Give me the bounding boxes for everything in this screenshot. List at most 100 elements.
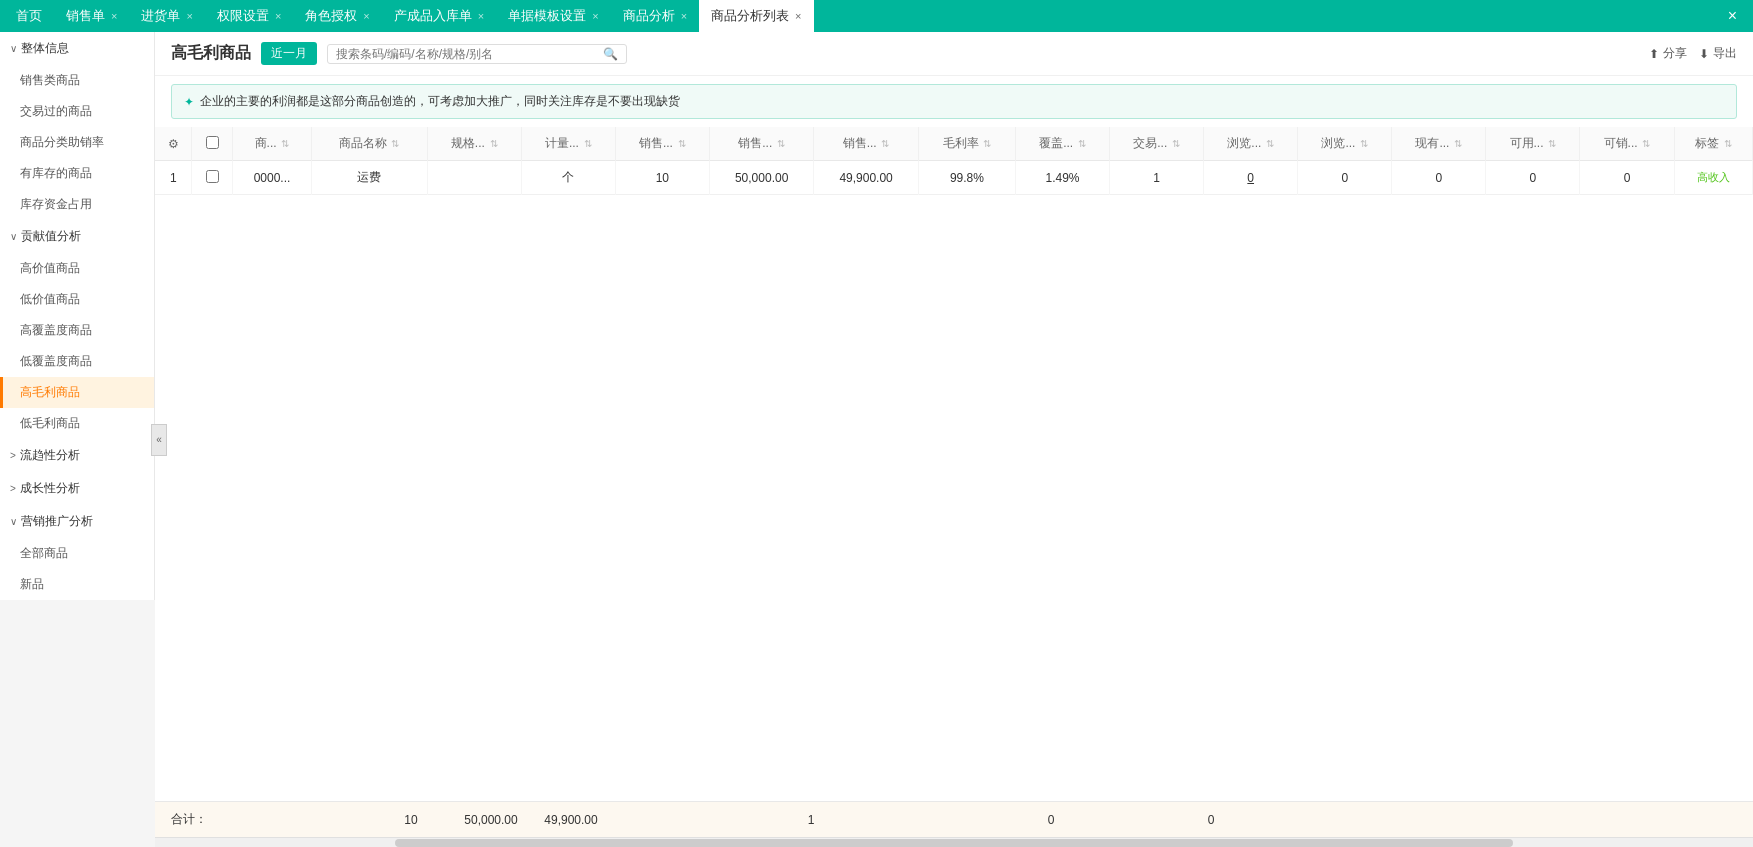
sort-icon-gross_margin: ⇅	[981, 138, 992, 149]
nav-close-1[interactable]: ×	[111, 10, 117, 22]
header-actions: ⬆ 分享 ⬇ 导出	[1649, 45, 1737, 62]
sidebar-item-4-0[interactable]: 全部商品	[0, 538, 154, 569]
search-input[interactable]	[336, 47, 599, 61]
sort-icon-tag: ⇅	[1721, 138, 1732, 149]
sort-icon-browse1: ⇅	[1263, 138, 1274, 149]
sidebar-collapse-button[interactable]: «	[151, 424, 167, 456]
nav-close-2[interactable]: ×	[186, 10, 192, 22]
table-container: ⚙商... ⇅商品名称 ⇅规格... ⇅计量... ⇅销售... ⇅销售... …	[155, 127, 1753, 801]
sidebar-item-1-0[interactable]: 高价值商品	[0, 253, 154, 284]
col-header-saleable[interactable]: 可销... ⇅	[1580, 127, 1674, 161]
sidebar-item-0-0[interactable]: 销售类商品	[0, 65, 154, 96]
export-icon: ⬇	[1699, 47, 1709, 61]
browse-link[interactable]: 0	[1247, 171, 1254, 185]
nav-close-8[interactable]: ×	[795, 10, 801, 22]
col-header-available1[interactable]: 现有... ⇅	[1392, 127, 1486, 161]
col-header-sales_amount[interactable]: 销售... ⇅	[709, 127, 813, 161]
col-header-available2[interactable]: 可用... ⇅	[1486, 127, 1580, 161]
sidebar-section-0[interactable]: ∨整体信息	[0, 32, 154, 65]
top-nav: 首页销售单×进货单×权限设置×角色授权×产成品入库单×单据模板设置×商品分析×商…	[0, 0, 1753, 32]
col-header-checkbox	[192, 127, 233, 161]
cell-name-0: 运费	[311, 161, 427, 195]
sidebar-item-0-3[interactable]: 有库存的商品	[0, 158, 154, 189]
footer-values: 10 50,000.00 49,900.00 1 0 0	[371, 813, 1737, 827]
sidebar-item-4-1[interactable]: 新品	[0, 569, 154, 600]
row-checkbox[interactable]	[206, 170, 219, 183]
footer-saleable: 0	[1171, 813, 1251, 827]
nav-close-6[interactable]: ×	[592, 10, 598, 22]
share-icon: ⬆	[1649, 47, 1659, 61]
cell-spec-0	[427, 161, 521, 195]
nav-close-4[interactable]: ×	[363, 10, 369, 22]
data-table: ⚙商... ⇅商品名称 ⇅规格... ⇅计量... ⇅销售... ⇅销售... …	[155, 127, 1753, 195]
nav-item-3[interactable]: 权限设置×	[205, 0, 293, 32]
cell-index-0: 1	[155, 161, 192, 195]
select-all-checkbox[interactable]	[206, 136, 219, 149]
col-header-code[interactable]: 商... ⇅	[233, 127, 311, 161]
sidebar-item-1-3[interactable]: 低覆盖度商品	[0, 346, 154, 377]
sidebar-section-1[interactable]: ∨贡献值分析	[0, 220, 154, 253]
cell-sales_profit-0: 49,900.00	[814, 161, 918, 195]
sidebar-item-1-4[interactable]: 高毛利商品	[0, 377, 154, 408]
nav-item-8[interactable]: 商品分析列表×	[699, 0, 813, 32]
nav-item-6[interactable]: 单据模板设置×	[496, 0, 610, 32]
cell-browse1-0[interactable]: 0	[1204, 161, 1298, 195]
sidebar-section-4[interactable]: ∨营销推广分析	[0, 505, 154, 538]
close-window-button[interactable]: ×	[1716, 7, 1749, 25]
sidebar-item-0-4[interactable]: 库存资金占用	[0, 189, 154, 220]
cell-checkbox-0[interactable]	[192, 161, 233, 195]
cell-sales_qty-0: 10	[615, 161, 709, 195]
nav-item-0[interactable]: 首页	[4, 0, 54, 32]
col-header-coverage[interactable]: 覆盖... ⇅	[1016, 127, 1110, 161]
col-header-gross_margin[interactable]: 毛利率 ⇅	[918, 127, 1015, 161]
section-title-3: 成长性分析	[20, 480, 80, 497]
cell-available2-0: 0	[1486, 161, 1580, 195]
sidebar-item-1-5[interactable]: 低毛利商品	[0, 408, 154, 439]
table-row: 10000...运费个1050,000.0049,900.0099.8%1.49…	[155, 161, 1753, 195]
nav-item-4[interactable]: 角色授权×	[293, 0, 381, 32]
sidebar-section-3[interactable]: > 成长性分析	[0, 472, 154, 505]
col-header-unit[interactable]: 计量... ⇅	[521, 127, 615, 161]
period-button[interactable]: 近一月	[261, 42, 317, 65]
footer-transactions: 1	[771, 813, 851, 827]
section-title-2: 流趋性分析	[20, 447, 80, 464]
sidebar-item-0-1[interactable]: 交易过的商品	[0, 96, 154, 127]
sort-icon-available1: ⇅	[1451, 138, 1462, 149]
section-title-4: 营销推广分析	[21, 513, 93, 530]
nav-item-5[interactable]: 产成品入库单×	[382, 0, 496, 32]
nav-item-2[interactable]: 进货单×	[129, 0, 204, 32]
col-header-sales_qty[interactable]: 销售... ⇅	[615, 127, 709, 161]
page-title: 高毛利商品	[171, 43, 251, 64]
section-arrow-2: >	[10, 450, 16, 461]
col-header-spec[interactable]: 规格... ⇅	[427, 127, 521, 161]
nav-item-1[interactable]: 销售单×	[54, 0, 129, 32]
col-header-sales_profit[interactable]: 销售... ⇅	[814, 127, 918, 161]
export-button[interactable]: ⬇ 导出	[1699, 45, 1737, 62]
nav-close-5[interactable]: ×	[478, 10, 484, 22]
nav-close-3[interactable]: ×	[275, 10, 281, 22]
col-header-tag[interactable]: 标签 ⇅	[1674, 127, 1752, 161]
sort-icon-unit: ⇅	[581, 138, 592, 149]
sidebar-section-2[interactable]: > 流趋性分析	[0, 439, 154, 472]
sidebar-item-1-1[interactable]: 低价值商品	[0, 284, 154, 315]
section-arrow-3: >	[10, 483, 16, 494]
info-banner-text: 企业的主要的利润都是这部分商品创造的，可考虑加大推广，同时关注库存是不要出现缺货	[200, 93, 680, 110]
sort-icon-sales_profit: ⇅	[879, 138, 890, 149]
col-header-transactions[interactable]: 交易... ⇅	[1110, 127, 1204, 161]
col-header-name[interactable]: 商品名称 ⇅	[311, 127, 427, 161]
sort-icon-sales_amount: ⇅	[774, 138, 785, 149]
cell-coverage-0: 1.49%	[1016, 161, 1110, 195]
sidebar-wrapper: ∨整体信息销售类商品交易过的商品商品分类助销率有库存的商品库存资金占用∨贡献值分…	[0, 32, 155, 847]
col-header-browse1[interactable]: 浏览... ⇅	[1204, 127, 1298, 161]
share-button[interactable]: ⬆ 分享	[1649, 45, 1687, 62]
nav-item-7[interactable]: 商品分析×	[611, 0, 699, 32]
sidebar-item-1-2[interactable]: 高覆盖度商品	[0, 315, 154, 346]
tag-label: 高收入	[1697, 171, 1730, 183]
nav-close-7[interactable]: ×	[681, 10, 687, 22]
bottom-scrollbar[interactable]	[155, 837, 1753, 847]
sidebar-item-0-2[interactable]: 商品分类助销率	[0, 127, 154, 158]
sidebar: ∨整体信息销售类商品交易过的商品商品分类助销率有库存的商品库存资金占用∨贡献值分…	[0, 32, 155, 600]
search-icon[interactable]: 🔍	[603, 47, 618, 61]
col-header-browse2[interactable]: 浏览... ⇅	[1298, 127, 1392, 161]
col-header-settings: ⚙	[155, 127, 192, 161]
